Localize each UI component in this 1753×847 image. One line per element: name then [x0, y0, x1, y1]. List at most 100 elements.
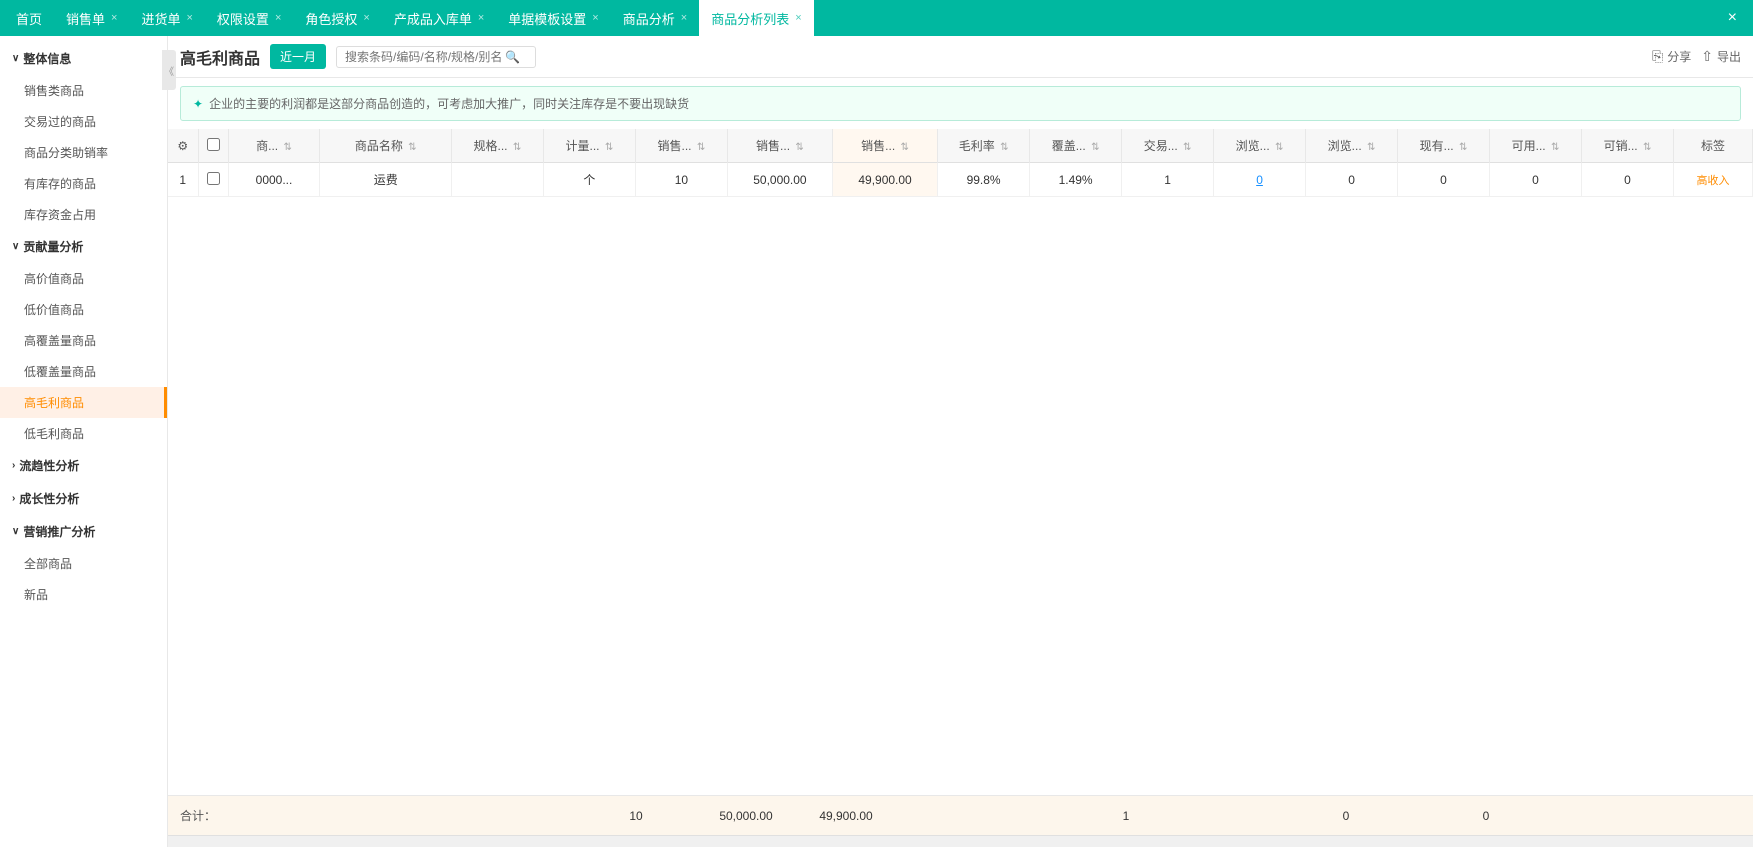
total-label: 合计： [180, 807, 216, 824]
cell-unit: 个 [543, 163, 635, 197]
col-name[interactable]: 商品名称 ⇅ [320, 129, 451, 163]
sidebar-group-overview[interactable]: ∨ 整体信息 [0, 42, 167, 75]
nav-product-analysis-list[interactable]: 商品分析列表 × [699, 0, 813, 36]
chevron-down-icon: ∨ [12, 241, 19, 252]
sort-icon: ⇅ [1643, 142, 1651, 153]
select-all-checkbox[interactable] [207, 138, 220, 151]
sidebar-item-category-rate[interactable]: 商品分类助销率 [0, 137, 167, 168]
nav-doc-template[interactable]: 单据模板设置 × [496, 0, 610, 36]
sidebar-group-marketing[interactable]: ∨ 营销推广分析 [0, 515, 167, 548]
sidebar-item-high-coverage[interactable]: 高覆盖量商品 [0, 325, 167, 356]
cell-gross-margin: 99.8% [938, 163, 1030, 197]
data-table-container: ⚙ 商... ⇅ 商品名称 ⇅ [168, 129, 1753, 795]
sort-icon: ⇅ [1000, 142, 1008, 153]
col-spec[interactable]: 规格... ⇅ [451, 129, 543, 163]
nav-home[interactable]: 首页 [4, 0, 54, 36]
period-button[interactable]: 近一月 [270, 44, 326, 69]
search-box: 🔍 [336, 46, 536, 68]
close-icon[interactable]: × [111, 12, 117, 24]
data-table: ⚙ 商... ⇅ 商品名称 ⇅ [168, 129, 1753, 197]
nav-role-auth[interactable]: 角色授权 × [293, 0, 381, 36]
chevron-down-icon: ∨ [12, 526, 19, 537]
nav-permission-settings[interactable]: 权限设置 × [205, 0, 293, 36]
sidebar-collapse-button[interactable]: 《 [162, 50, 176, 90]
close-icon[interactable]: × [186, 12, 192, 24]
col-transaction[interactable]: 交易... ⇅ [1122, 129, 1214, 163]
page-title: 高毛利商品 [180, 45, 260, 69]
close-icon[interactable]: × [363, 12, 369, 24]
col-sales-profit[interactable]: 销售... ⇅ [832, 129, 937, 163]
content-header: 高毛利商品 近一月 🔍 ⎘ 分享 ⇧ 导出 [168, 36, 1753, 78]
cell-transaction: 1 [1122, 163, 1214, 197]
col-saleable-stock[interactable]: 可销... ⇅ [1582, 129, 1674, 163]
sort-icon: ⇅ [1367, 142, 1375, 153]
chevron-down-icon: ∨ [12, 53, 19, 64]
nav-sales-order[interactable]: 销售单 × [54, 0, 129, 36]
sort-icon: ⇅ [283, 142, 291, 153]
cell-spec [451, 163, 543, 197]
close-icon[interactable]: × [275, 12, 281, 24]
row-checkbox[interactable] [207, 172, 220, 185]
col-tag[interactable]: 标签 [1673, 129, 1752, 163]
col-code[interactable]: 商... ⇅ [228, 129, 320, 163]
sidebar-item-low-margin[interactable]: 低毛利商品 [0, 418, 167, 449]
search-input[interactable] [345, 50, 505, 64]
col-gross-margin[interactable]: 毛利率 ⇅ [938, 129, 1030, 163]
nav-product-analysis[interactable]: 商品分析 × [611, 0, 699, 36]
sort-icon: ⇅ [408, 142, 416, 153]
sidebar-group-trend[interactable]: › 流趋性分析 [0, 449, 167, 482]
sidebar-item-high-margin[interactable]: 高毛利商品 [0, 387, 167, 418]
sidebar-item-stocked-products[interactable]: 有库存的商品 [0, 168, 167, 199]
info-banner: ✦ 企业的主要的利润都是这部分商品创造的，可考虑加大推广，同时关注库存是不要出现… [180, 86, 1741, 121]
sidebar-item-low-value[interactable]: 低价值商品 [0, 294, 167, 325]
total-sales-profit: 49,900.00 [806, 809, 886, 823]
cell-browse1[interactable]: 0 [1214, 163, 1306, 197]
total-sales-qty: 10 [596, 809, 676, 823]
nav-purchase-order[interactable]: 进货单 × [129, 0, 204, 36]
sidebar-item-low-coverage[interactable]: 低覆盖量商品 [0, 356, 167, 387]
sort-icon: ⇅ [1551, 142, 1559, 153]
sidebar-item-high-value[interactable]: 高价值商品 [0, 263, 167, 294]
sort-icon: ⇅ [1183, 142, 1191, 153]
col-available-stock[interactable]: 可用... ⇅ [1490, 129, 1582, 163]
footer-totals: 合计： 10 50,000.00 49,900.00 1 0 0 [168, 795, 1753, 835]
action-buttons: ⎘ 分享 ⇧ 导出 [1652, 48, 1741, 65]
export-button[interactable]: ⇧ 导出 [1701, 48, 1741, 65]
col-checkbox[interactable] [198, 129, 228, 163]
window-close-button[interactable]: × [1716, 9, 1749, 27]
bottom-scrollbar[interactable] [168, 835, 1753, 847]
col-browse2[interactable]: 浏览... ⇅ [1306, 129, 1398, 163]
col-sales-amount[interactable]: 销售... ⇅ [727, 129, 832, 163]
sidebar-item-new-products[interactable]: 新品 [0, 579, 167, 610]
col-browse1[interactable]: 浏览... ⇅ [1214, 129, 1306, 163]
top-navigation: 首页 销售单 × 进货单 × 权限设置 × 角色授权 × 产成品入库单 × 单据… [0, 0, 1753, 36]
sort-icon: ⇅ [1459, 142, 1467, 153]
sidebar-item-traded-products[interactable]: 交易过的商品 [0, 106, 167, 137]
cell-saleable-stock: 0 [1582, 163, 1674, 197]
cell-code: 0000... [228, 163, 320, 197]
sidebar-group-growth[interactable]: › 成长性分析 [0, 482, 167, 515]
sort-icon: ⇅ [1091, 142, 1099, 153]
cell-checkbox[interactable] [198, 163, 228, 197]
info-icon: ✦ [193, 97, 203, 111]
close-icon[interactable]: × [592, 12, 598, 24]
share-button[interactable]: ⎘ 分享 [1652, 48, 1691, 65]
sidebar-item-inventory-funds[interactable]: 库存资金占用 [0, 199, 167, 230]
close-icon[interactable]: × [478, 12, 484, 24]
cell-browse2: 0 [1306, 163, 1398, 197]
col-sales-qty[interactable]: 销售... ⇅ [635, 129, 727, 163]
close-icon[interactable]: × [681, 12, 687, 24]
col-current-stock[interactable]: 现有... ⇅ [1398, 129, 1490, 163]
total-transaction: 1 [1086, 809, 1166, 823]
sidebar-item-all-products[interactable]: 全部商品 [0, 548, 167, 579]
sidebar-group-contribution[interactable]: ∨ 贡献量分析 [0, 230, 167, 263]
close-icon[interactable]: × [795, 12, 801, 24]
sidebar-item-sales-products[interactable]: 销售类商品 [0, 75, 167, 106]
sort-icon: ⇅ [795, 142, 803, 153]
search-icon[interactable]: 🔍 [505, 50, 520, 64]
sort-icon: ⇅ [697, 142, 705, 153]
col-unit[interactable]: 计量... ⇅ [543, 129, 635, 163]
col-coverage[interactable]: 覆盖... ⇅ [1030, 129, 1122, 163]
nav-product-entry[interactable]: 产成品入库单 × [382, 0, 496, 36]
col-settings[interactable]: ⚙ [168, 129, 198, 163]
